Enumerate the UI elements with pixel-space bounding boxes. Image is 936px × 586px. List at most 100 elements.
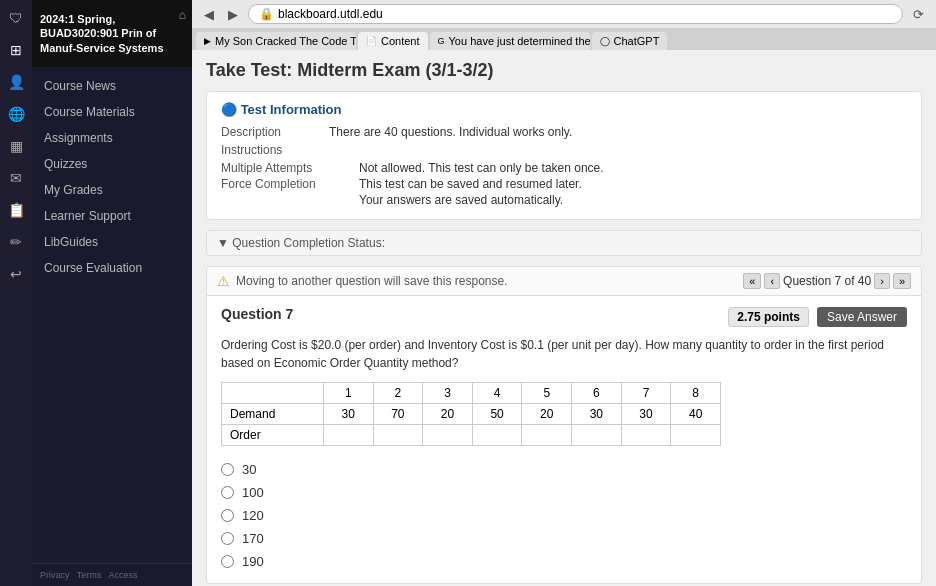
question-nav-top: « ‹ Question 7 of 40 › »	[743, 273, 911, 289]
access-link[interactable]: Access	[108, 570, 137, 580]
table-order-5	[522, 425, 572, 446]
autosave-note: Your answers are saved automatically.	[359, 193, 563, 207]
answer-options: 30 100 120 170	[221, 458, 907, 573]
icon-person[interactable]: 👤	[6, 74, 26, 90]
answer-label-30: 30	[242, 462, 256, 477]
icon-grid[interactable]: ⊞	[6, 42, 26, 58]
icon-globe[interactable]: 🌐	[6, 106, 26, 122]
tab-google[interactable]: G You have just determined the actual nu…	[430, 32, 590, 50]
answer-option-190[interactable]: 190	[221, 554, 907, 569]
radio-120[interactable]	[221, 509, 234, 522]
answer-option-30[interactable]: 30	[221, 462, 907, 477]
tab-icon-chatgpt: ◯	[600, 36, 610, 46]
sidebar-item-course-evaluation[interactable]: Course Evaluation	[32, 255, 192, 281]
table-header-8: 8	[671, 383, 721, 404]
table-demand-7: 30	[621, 404, 671, 425]
radio-190[interactable]	[221, 555, 234, 568]
completion-status-label: ▼ Question Completion Status:	[217, 236, 385, 250]
sidebar-item-quizzes[interactable]: Quizzes	[32, 151, 192, 177]
tab-content[interactable]: 📄 Content	[358, 32, 428, 50]
question-counter-top: Question 7 of 40	[783, 274, 871, 288]
table-demand-5: 20	[522, 404, 572, 425]
sidebar-item-course-news[interactable]: Course News	[32, 73, 192, 99]
question-title: Question 7	[221, 306, 293, 322]
answer-option-170[interactable]: 170	[221, 531, 907, 546]
question-card-top: ⚠ Moving to another question will save t…	[206, 266, 922, 584]
answer-label-120: 120	[242, 508, 264, 523]
tab-label-youtube: My Son Cracked The Code To Always Win At…	[215, 35, 356, 47]
last-question-btn[interactable]: »	[893, 273, 911, 289]
lock-icon: 🔒	[259, 7, 274, 21]
page-title: Take Test: Midterm Exam (3/1-3/2)	[206, 60, 922, 81]
sidebar: 2024:1 Spring, BUAD3020:901 Prin of Manu…	[32, 0, 192, 586]
table-order-1	[323, 425, 373, 446]
back-button[interactable]: ◀	[200, 5, 218, 24]
saving-note-top: Moving to another question will save thi…	[236, 274, 737, 288]
description-label: Description	[221, 125, 321, 139]
table-demand-2: 70	[373, 404, 423, 425]
table-header-6: 6	[572, 383, 622, 404]
completion-status-bar[interactable]: ▼ Question Completion Status:	[206, 230, 922, 256]
question-text: Ordering Cost is $20.0 (per order) and I…	[221, 336, 907, 372]
sidebar-nav: Course News Course Materials Assignments…	[32, 67, 192, 563]
points-badge: 2.75 points	[728, 307, 809, 327]
table-header-1: 1	[323, 383, 373, 404]
table-demand-label: Demand	[222, 404, 324, 425]
icon-back[interactable]: ↩	[6, 266, 26, 282]
prev-question-btn[interactable]: ‹	[764, 273, 780, 289]
icon-calendar[interactable]: ▦	[6, 138, 26, 154]
tab-youtube[interactable]: ▶ My Son Cracked The Code To Always Win …	[196, 32, 356, 50]
main-content: ◀ ▶ 🔒 blackboard.utdl.edu ⟳ ▶ My Son Cra…	[192, 0, 936, 586]
radio-170[interactable]	[221, 532, 234, 545]
reload-button[interactable]: ⟳	[909, 5, 928, 24]
table-row-demand: Demand 30 70 20 50 20 30 30 40	[222, 404, 721, 425]
autosave-spacer	[221, 193, 351, 207]
address-bar[interactable]: 🔒 blackboard.utdl.edu	[248, 4, 903, 24]
answer-option-120[interactable]: 120	[221, 508, 907, 523]
sidebar-footer: Privacy Terms Access	[32, 563, 192, 586]
tab-label-content: Content	[381, 35, 420, 47]
page-content: Take Test: Midterm Exam (3/1-3/2) 🔵 Test…	[192, 50, 936, 586]
icon-shield[interactable]: 🛡	[6, 10, 26, 26]
icon-document[interactable]: 📋	[6, 202, 26, 218]
forward-button[interactable]: ▶	[224, 5, 242, 24]
sidebar-item-learner-support[interactable]: Learner Support	[32, 203, 192, 229]
tab-chatgpt[interactable]: ◯ ChatGPT	[592, 32, 668, 50]
icon-mail[interactable]: ✉	[6, 170, 26, 186]
sidebar-item-assignments[interactable]: Assignments	[32, 125, 192, 151]
tab-icon-youtube: ▶	[204, 36, 211, 46]
save-answer-button[interactable]: Save Answer	[817, 307, 907, 327]
table-header-0	[222, 383, 324, 404]
tab-icon-google: G	[438, 36, 445, 46]
question-body: Question 7 2.75 points Save Answer Order…	[207, 296, 921, 583]
table-order-7	[621, 425, 671, 446]
next-question-btn[interactable]: ›	[874, 273, 890, 289]
table-demand-1: 30	[323, 404, 373, 425]
question-table-container: 1 2 3 4 5 6 7 8 Demand 30 70	[221, 382, 907, 458]
autosave-row: Your answers are saved automatically.	[221, 193, 907, 207]
sidebar-item-course-materials[interactable]: Course Materials	[32, 99, 192, 125]
force-completion-row: Force Completion This test can be saved …	[221, 177, 907, 191]
icon-edit[interactable]: ✏	[6, 234, 26, 250]
privacy-link[interactable]: Privacy	[40, 570, 70, 580]
table-order-label: Order	[222, 425, 324, 446]
question-table: 1 2 3 4 5 6 7 8 Demand 30 70	[221, 382, 721, 446]
table-demand-3: 20	[423, 404, 473, 425]
answer-option-100[interactable]: 100	[221, 485, 907, 500]
course-title: 2024:1 Spring, BUAD3020:901 Prin of Manu…	[38, 8, 179, 59]
table-header-4: 4	[472, 383, 522, 404]
home-icon[interactable]: ⌂	[179, 8, 186, 22]
radio-30[interactable]	[221, 463, 234, 476]
radio-100[interactable]	[221, 486, 234, 499]
sidebar-item-libguides[interactable]: LibGuides	[32, 229, 192, 255]
terms-link[interactable]: Terms	[77, 570, 102, 580]
tab-label-google: You have just determined the actual numb…	[449, 35, 590, 47]
sidebar-item-my-grades[interactable]: My Grades	[32, 177, 192, 203]
table-demand-4: 50	[472, 404, 522, 425]
tab-icon-content: 📄	[366, 36, 377, 46]
tab-label-chatgpt: ChatGPT	[614, 35, 660, 47]
table-order-2	[373, 425, 423, 446]
info-icon: 🔵	[221, 102, 237, 117]
answer-label-100: 100	[242, 485, 264, 500]
first-question-btn[interactable]: «	[743, 273, 761, 289]
